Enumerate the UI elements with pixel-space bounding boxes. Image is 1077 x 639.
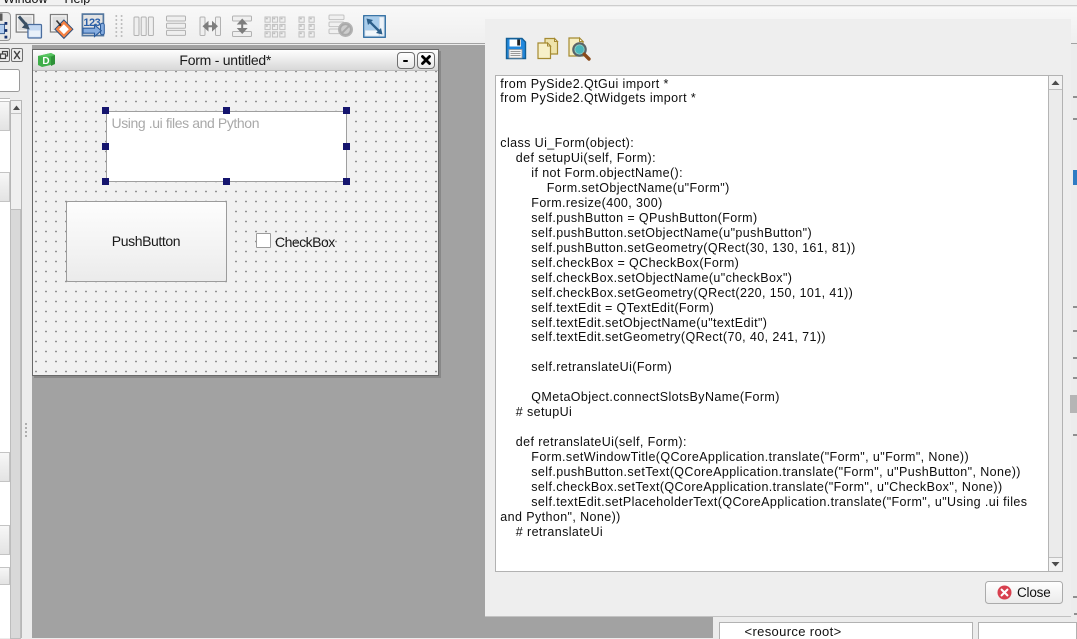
svg-text:D: D (42, 56, 49, 67)
svg-text:123: 123 (83, 16, 100, 28)
